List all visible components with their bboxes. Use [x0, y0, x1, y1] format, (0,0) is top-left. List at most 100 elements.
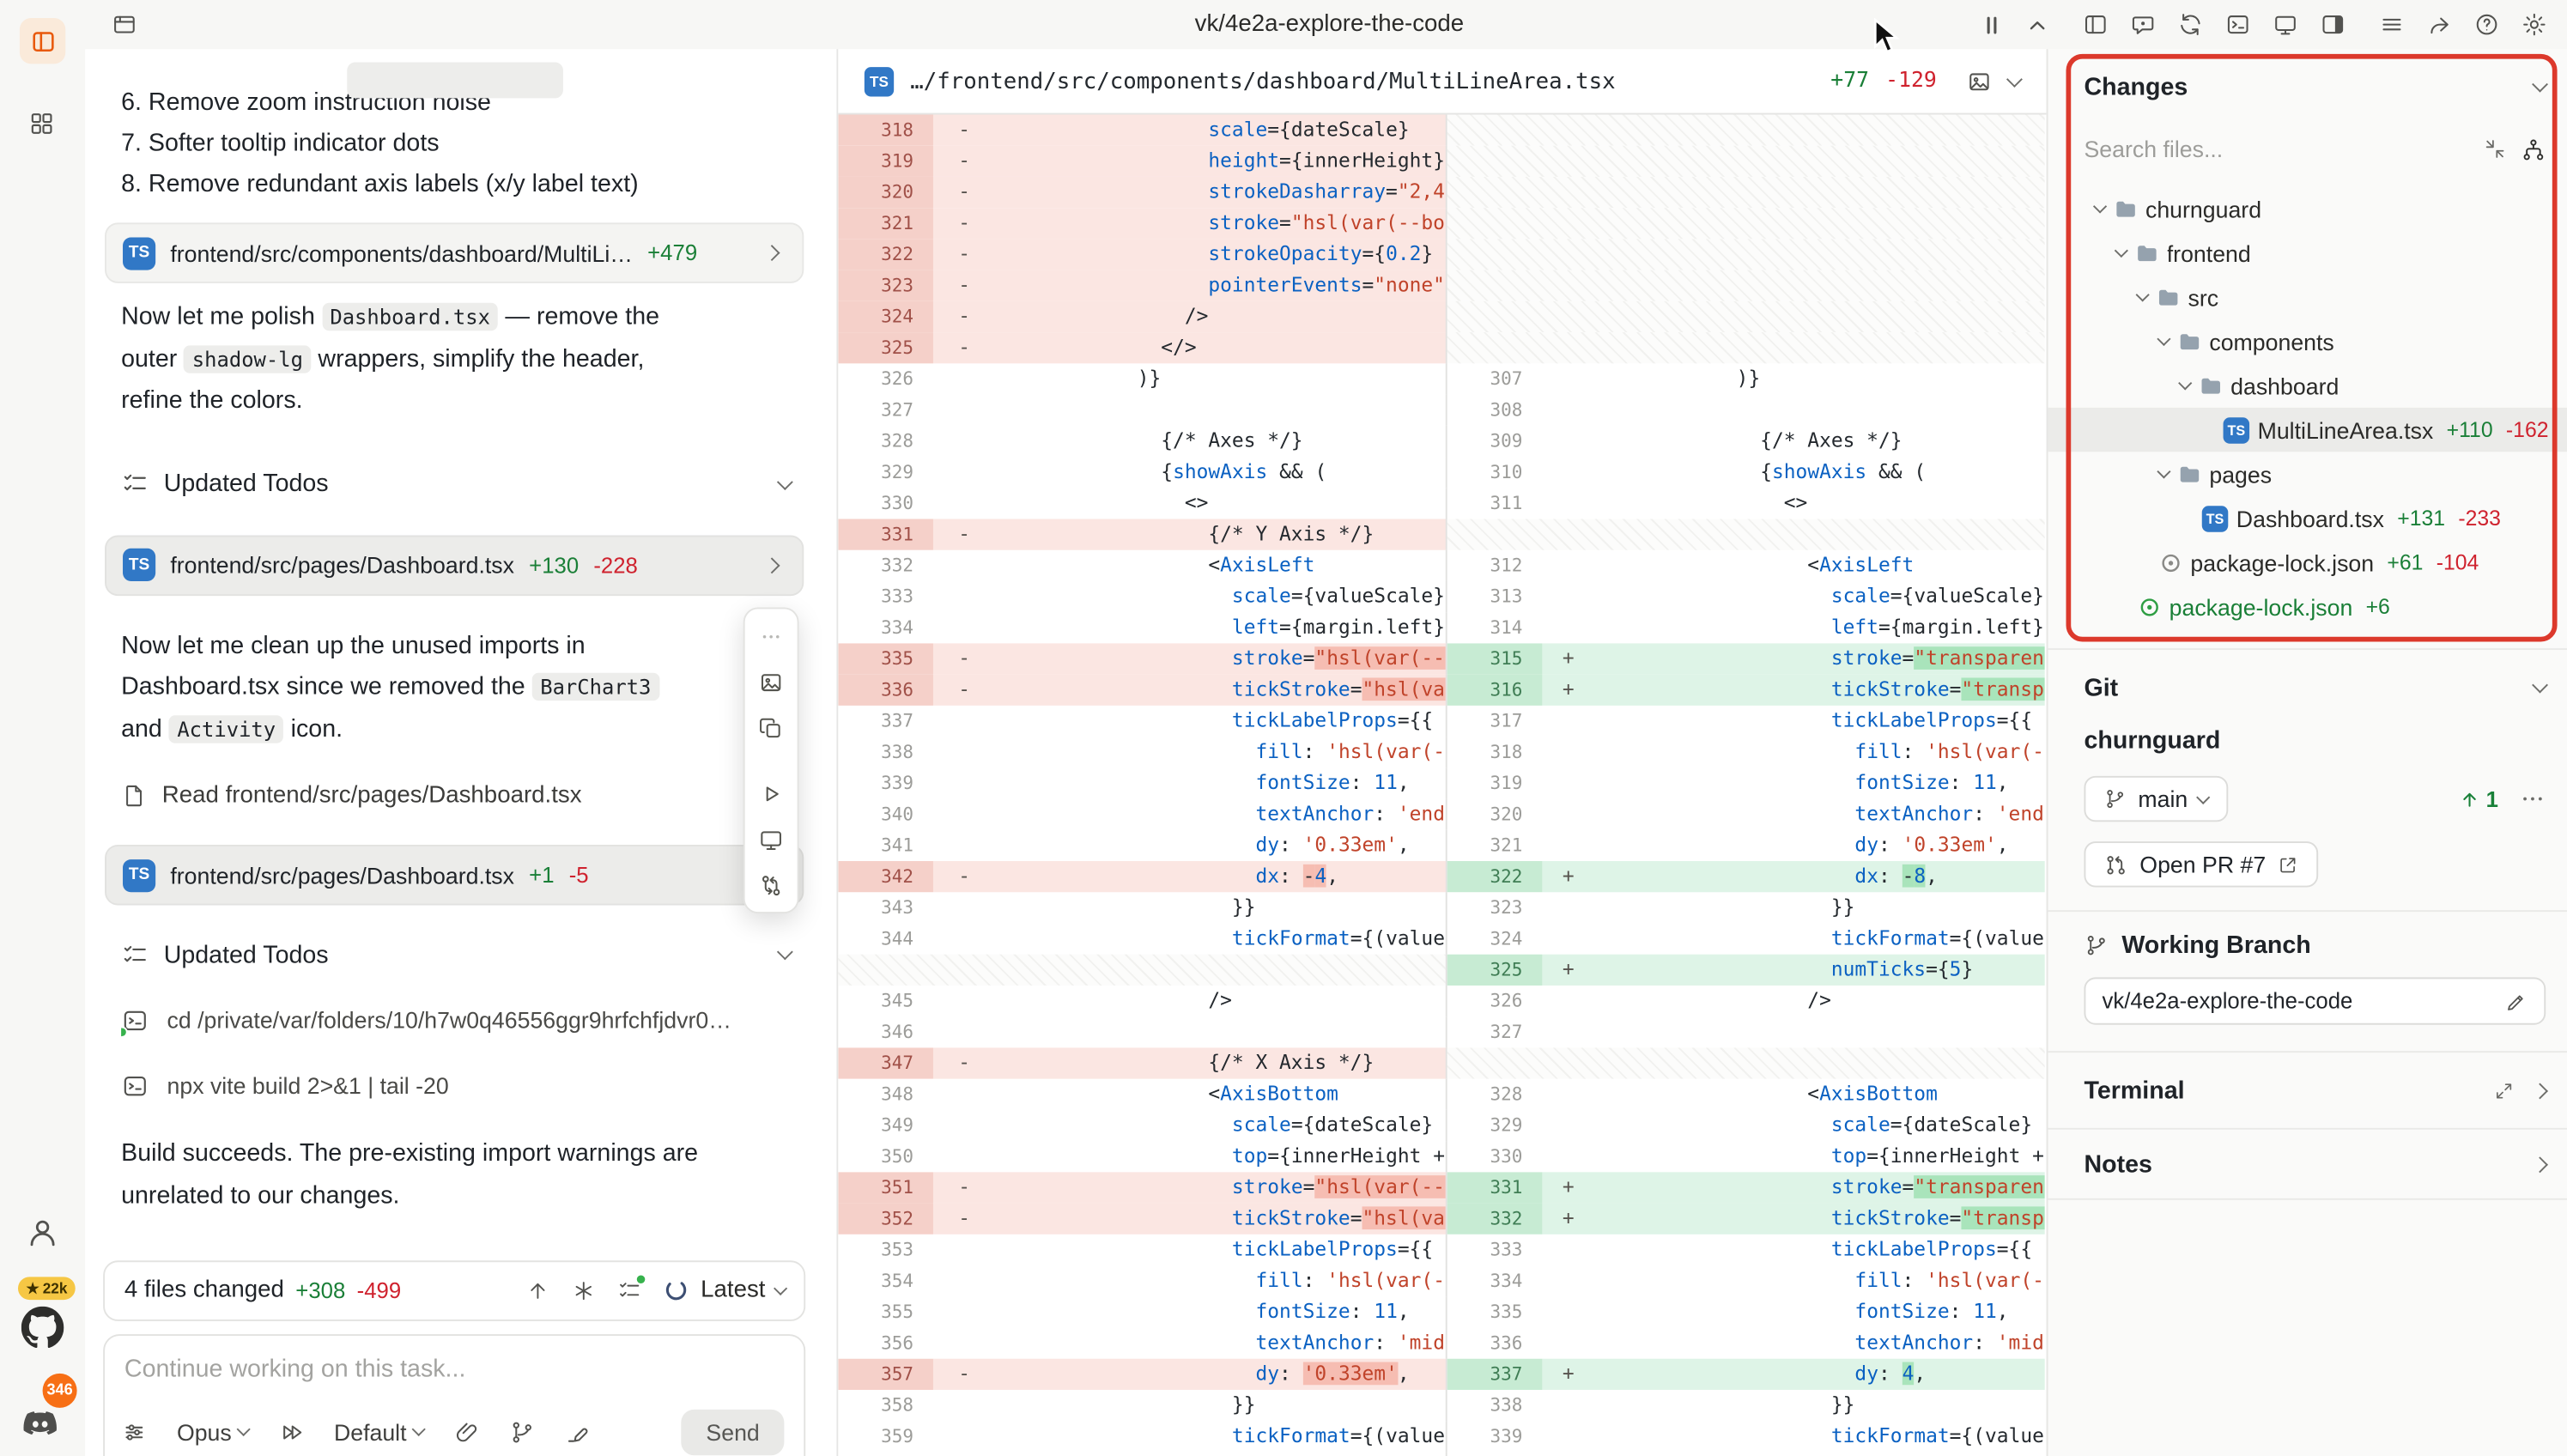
tree-file-Dashboard.tsx[interactable]: TSDashboard.tsx+131-233	[2048, 496, 2567, 540]
arrow-up-icon	[2460, 788, 2481, 810]
collapse-button[interactable]	[2025, 12, 2050, 37]
monitor-button[interactable]	[2273, 11, 2299, 38]
commits-ahead[interactable]: 1	[2460, 786, 2498, 811]
send-button[interactable]: Send	[682, 1409, 785, 1454]
copy-icon[interactable]	[749, 707, 792, 749]
app-logo-button[interactable]	[20, 18, 65, 64]
collapse-all-icon[interactable]	[2484, 137, 2507, 161]
tree-folder-pages[interactable]: pages	[2048, 452, 2567, 495]
file-change-card[interactable]: TS frontend/src/pages/Dashboard.tsx +130…	[105, 535, 804, 596]
edit-pencil-icon[interactable]	[2505, 990, 2528, 1013]
changes-section-header[interactable]: Changes	[2048, 65, 2567, 108]
git-branch-icon	[2084, 933, 2109, 958]
fast-forward-icon[interactable]	[278, 1418, 305, 1445]
branch-selector[interactable]: main	[2084, 776, 2228, 822]
terminal-command-row[interactable]: npx vite build 2>&1 | tail -20	[121, 1065, 804, 1105]
updated-todos-row[interactable]: Updated Todos	[121, 931, 804, 977]
file-change-card[interactable]: TS frontend/src/pages/Dashboard.tsx +1 -…	[105, 845, 804, 906]
projects-grid-icon[interactable]	[27, 110, 55, 137]
panel-right-button[interactable]	[2320, 11, 2346, 38]
diff-row: 343 }}323 }}	[838, 892, 2046, 923]
profile-icon[interactable]	[25, 1215, 61, 1251]
chat-bubble-button[interactable]	[2130, 11, 2157, 38]
github-icon[interactable]	[21, 1307, 64, 1350]
chevron-down-icon[interactable]	[2006, 70, 2023, 87]
removed-lines: -499	[357, 1277, 402, 1302]
tree-folder-frontend[interactable]: frontend	[2048, 231, 2567, 275]
open-pr-button[interactable]: Open PR #7	[2084, 841, 2318, 887]
image-diff-icon[interactable]	[1966, 68, 1993, 94]
diff-line: 321 dy: '0.33em',	[1447, 830, 2045, 861]
search-input[interactable]	[2084, 136, 2468, 162]
sync-button[interactable]	[2177, 11, 2204, 38]
terminal-section-header[interactable]: Terminal	[2048, 1069, 2567, 1112]
diff-line: 319- height={innerHeight}	[838, 146, 1447, 177]
tree-folder-components[interactable]: components	[2048, 319, 2567, 363]
diff-content[interactable]: 318- scale={dateScale}319- height={inner…	[838, 114, 2046, 1456]
tree-folder-dashboard[interactable]: dashboard	[2048, 363, 2567, 407]
typescript-icon: TS	[123, 237, 155, 270]
diff-line: 331- {/* Y Axis */}	[838, 519, 1447, 549]
read-file-row[interactable]: Read frontend/src/pages/Dashboard.tsx	[121, 774, 804, 817]
panel-left-button[interactable]	[2083, 11, 2109, 38]
diff-row: 353 tickLabelProps={{333 tickLabelProps=…	[838, 1235, 2046, 1265]
mode-selector[interactable]: Default	[334, 1418, 424, 1445]
working-branch-field[interactable]: vk/4e2a-explore-the-code	[2084, 977, 2546, 1024]
settings-button[interactable]	[2521, 11, 2548, 38]
diff-line: 328 {/* Axes */}	[838, 426, 1447, 457]
section-title: Git	[2084, 674, 2118, 701]
file-tree-icon[interactable]	[2521, 136, 2546, 161]
git-section-header[interactable]: Git	[2048, 666, 2567, 709]
terminal-button[interactable]	[2224, 11, 2251, 38]
git-compare-icon[interactable]	[749, 864, 792, 906]
diff-row: 328 {/* Axes */}309 {/* Axes */}	[838, 426, 2046, 457]
terminal-command-row[interactable]: cd /private/var/folders/10/h7w0q46556ggr…	[121, 1000, 804, 1040]
menu-button[interactable]	[2379, 11, 2406, 38]
tree-folder-src[interactable]: src	[2048, 275, 2567, 318]
json-file-icon	[2159, 551, 2182, 574]
screenshot-icon[interactable]	[749, 661, 792, 702]
tree-folder-churnguard[interactable]: churnguard	[2048, 186, 2567, 230]
discord-icon[interactable]	[20, 1403, 61, 1444]
expand-icon[interactable]	[2493, 1080, 2515, 1101]
todos-status-icon[interactable]	[617, 1277, 642, 1302]
scroll-top-icon[interactable]	[525, 1277, 550, 1302]
settings-sliders-icon[interactable]	[121, 1418, 148, 1445]
diff-empty-region	[1447, 1047, 2045, 1078]
chevron-down-icon	[2115, 244, 2127, 257]
diff-row: 326 )}307 )}	[838, 363, 2046, 394]
list-item: 7. Softer tooltip indicator dots	[121, 123, 804, 164]
play-icon[interactable]	[749, 773, 792, 814]
diff-line: 347- {/* X Axis */}	[838, 1047, 1447, 1078]
attach-icon[interactable]	[453, 1418, 480, 1445]
monitor-icon[interactable]	[749, 818, 792, 859]
notes-section-header[interactable]: Notes	[2048, 1143, 2567, 1186]
help-button[interactable]	[2473, 11, 2500, 38]
model-selector[interactable]: Opus	[177, 1418, 249, 1445]
file-change-card[interactable]: TS frontend/src/components/dashboard/Mul…	[105, 222, 804, 283]
tree-file-MultiLineArea.tsx[interactable]: TSMultiLineArea.tsx+110-162	[2048, 408, 2567, 452]
pause-button[interactable]	[1979, 12, 2004, 37]
command-text: npx vite build 2>&1 | tail -20	[167, 1072, 449, 1099]
workspace-icon[interactable]	[112, 11, 138, 38]
tree-file-package-lock.json[interactable]: package-lock.json+61-104	[2048, 540, 2567, 584]
diff-line: 325- </>	[838, 332, 1447, 363]
signature-icon[interactable]	[565, 1418, 592, 1445]
tree-file-package-lock.json[interactable]: package-lock.json+6	[2048, 585, 2567, 628]
file-label: dashboard	[2230, 373, 2339, 399]
version-label: Latest	[701, 1277, 765, 1303]
chevron-down-icon	[777, 943, 793, 960]
updated-todos-row[interactable]: Updated Todos	[121, 461, 804, 507]
share-button[interactable]	[2426, 11, 2453, 38]
diff-row: 337 tickLabelProps={{317 tickLabelProps=…	[838, 706, 2046, 737]
message-input[interactable]	[124, 1355, 784, 1382]
status-dot	[635, 1273, 646, 1284]
drag-handle-icon[interactable]	[749, 616, 792, 657]
diff-line: 309 {/* Axes */}	[1447, 426, 2045, 457]
file-label: frontend	[2167, 240, 2251, 266]
sparkle-icon[interactable]	[572, 1277, 597, 1302]
git-branch-icon[interactable]	[509, 1418, 536, 1445]
more-options-icon[interactable]	[2520, 786, 2546, 812]
version-selector[interactable]: Latest	[701, 1277, 784, 1303]
assistant-message: Build succeeds. The pre-existing import …	[121, 1133, 804, 1216]
